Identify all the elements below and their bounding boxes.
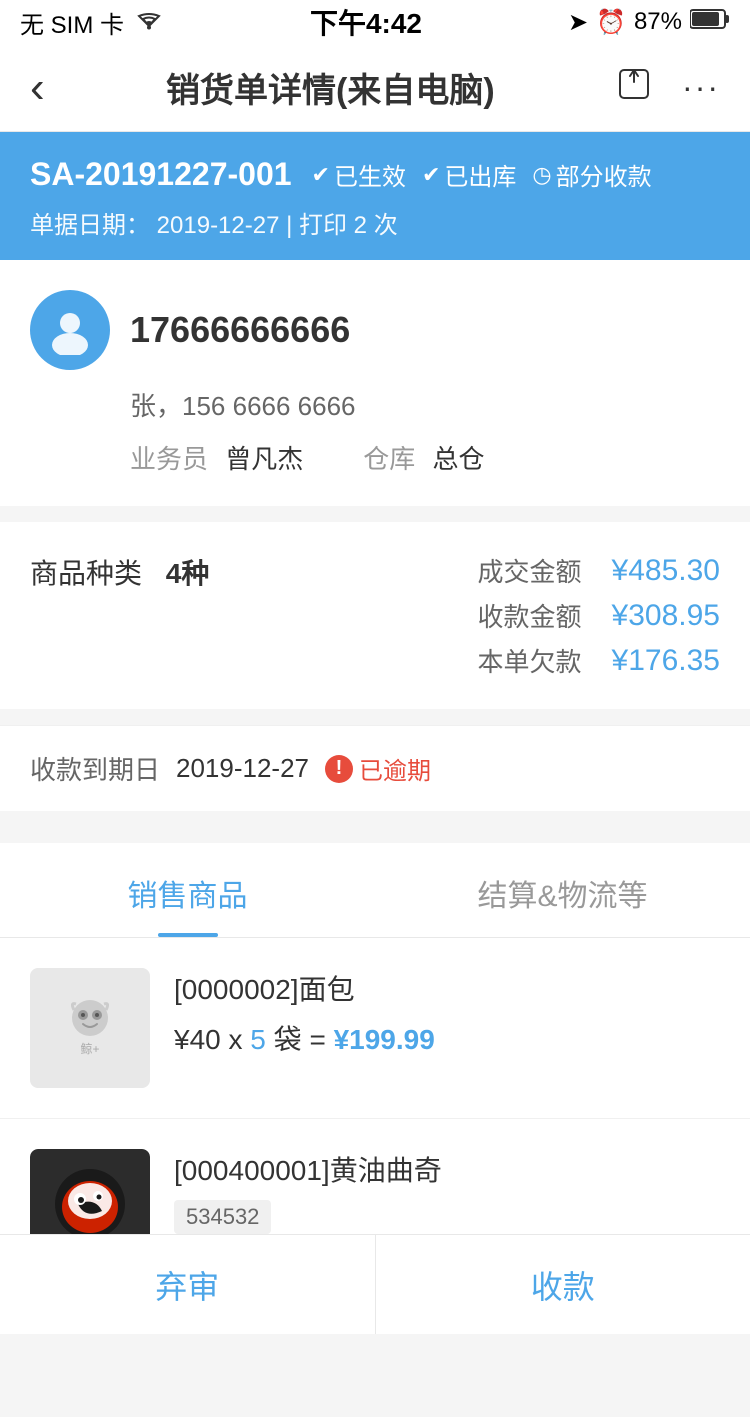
page-title: 销货单详情(来自电脑) xyxy=(166,63,495,112)
status-bar: 无 SIM 卡 下午4:42 ➤ ⏰ 87% xyxy=(0,0,750,44)
nav-actions: ··· xyxy=(616,66,720,110)
order-id: SA-20191227-001 xyxy=(30,156,292,193)
tab-sales[interactable]: 销售商品 xyxy=(0,843,375,937)
bottom-bar: 弃审 收款 xyxy=(0,1234,750,1334)
badge-partial: ◷ 部分收款 xyxy=(532,157,651,192)
tabs-bar: 销售商品 结算&物流等 xyxy=(0,843,750,938)
badge-shipped: ✔ 已出库 xyxy=(422,157,516,192)
header-banner: SA-20191227-001 ✔ 已生效 ✔ 已出库 ◷ 部分收款 单据日期：… xyxy=(0,132,750,260)
status-right: ➤ ⏰ 87% xyxy=(568,8,730,37)
summary-grid: 商品种类 4种 成交金额 ¥485.30 收款金额 ¥308.95 本单欠款 ¥… xyxy=(30,552,720,679)
status-carrier: 无 SIM 卡 xyxy=(20,5,164,40)
sales-info: 业务员 曾凡杰 xyxy=(130,439,303,476)
banner-top: SA-20191227-001 ✔ 已生效 ✔ 已出库 ◷ 部分收款 xyxy=(30,156,720,193)
location-icon: ➤ xyxy=(568,8,588,37)
amount-info: 成交金额 ¥485.30 收款金额 ¥308.95 本单欠款 ¥176.35 xyxy=(478,552,720,679)
received-row: 收款金额 ¥308.95 xyxy=(478,597,720,634)
customer-section: 17666666666 张，156 6666 6666 业务员 曾凡杰 仓库 总… xyxy=(0,260,750,506)
svg-text:鲸+: 鲸+ xyxy=(80,1041,99,1056)
customer-contact: 张，156 6666 6666 xyxy=(130,386,720,423)
tab-settlement[interactable]: 结算&物流等 xyxy=(375,843,750,937)
summary-section: 商品种类 4种 成交金额 ¥485.30 收款金额 ¥308.95 本单欠款 ¥… xyxy=(0,522,750,709)
divider-1 xyxy=(0,506,750,522)
product-batch-2: 534532 xyxy=(174,1200,271,1234)
customer-meta: 业务员 曾凡杰 仓库 总仓 xyxy=(130,439,720,476)
more-icon[interactable]: ··· xyxy=(682,69,720,106)
divider-2 xyxy=(0,811,750,827)
status-time: 下午4:42 xyxy=(310,2,422,42)
product-details-1: [0000002]面包 ¥40 x 5 袋 = ¥199.99 xyxy=(174,968,720,1058)
product-thumbnail-1: 鲸+ xyxy=(30,968,150,1088)
check-icon-2: ✔ xyxy=(422,162,440,188)
product-price-1: ¥40 x 5 袋 = ¥199.99 xyxy=(174,1018,720,1058)
customer-row: 17666666666 xyxy=(30,290,720,370)
check-icon-1: ✔ xyxy=(312,162,330,188)
badge-effective: ✔ 已生效 xyxy=(312,157,406,192)
status-badges: ✔ 已生效 ✔ 已出库 ◷ 部分收款 xyxy=(312,157,652,192)
carrier-text: 无 SIM 卡 xyxy=(20,5,124,40)
warehouse-info: 仓库 总仓 xyxy=(363,439,484,476)
wifi-icon xyxy=(134,8,164,37)
nav-bar: ‹ 销货单详情(来自电脑) ··· xyxy=(0,44,750,132)
product-image-placeholder-1: 鲸+ xyxy=(30,968,150,1088)
alarm-icon: ⏰ xyxy=(596,8,626,37)
amount-row: 成交金额 ¥485.30 xyxy=(478,552,720,589)
customer-phone: 17666666666 xyxy=(130,309,350,351)
owed-row: 本单欠款 ¥176.35 xyxy=(478,642,720,679)
clock-icon: ◷ xyxy=(532,162,551,188)
confirm-button[interactable]: 收款 xyxy=(376,1235,750,1334)
category-info: 商品种类 4种 xyxy=(30,552,209,592)
due-section: 收款到期日 2019-12-27 ! 已逾期 xyxy=(0,725,750,811)
cancel-button[interactable]: 弃审 xyxy=(0,1235,376,1334)
back-button[interactable]: ‹ xyxy=(30,63,45,113)
avatar xyxy=(30,290,110,370)
battery-icon xyxy=(690,8,730,37)
battery-text: 87% xyxy=(634,8,682,36)
table-row: 鲸+ [0000002]面包 ¥40 x 5 袋 = ¥199.99 xyxy=(0,938,750,1119)
product-name-2: [000400001]黄油曲奇 xyxy=(174,1149,720,1189)
overdue-icon: ! xyxy=(325,755,353,783)
product-name-1: [0000002]面包 xyxy=(174,968,720,1008)
share-icon[interactable] xyxy=(616,66,652,110)
banner-date: 单据日期： 2019-12-27 | 打印 2 次 xyxy=(30,205,720,240)
overdue-badge: ! 已逾期 xyxy=(325,751,431,786)
